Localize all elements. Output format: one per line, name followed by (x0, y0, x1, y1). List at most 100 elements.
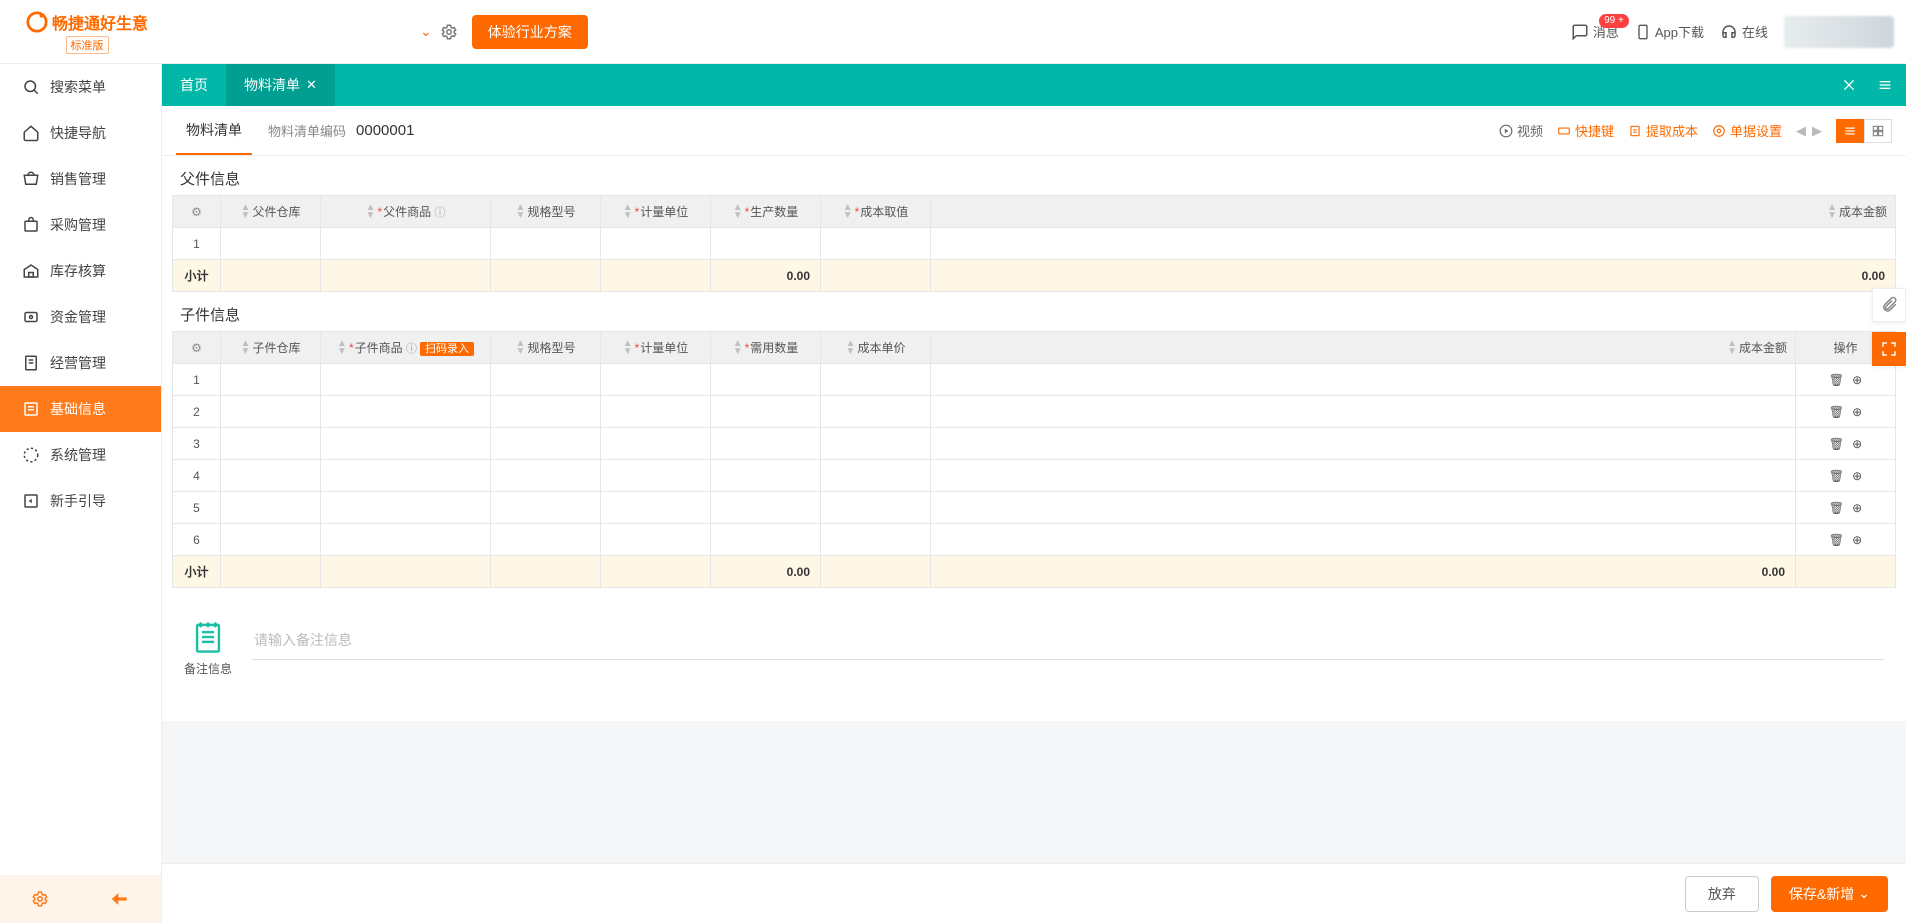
keyboard-icon (1557, 124, 1571, 138)
col-child-unitcost[interactable]: ▲▼成本单价 (821, 332, 931, 364)
child-section-title: 子件信息 (162, 292, 1906, 331)
org-selector[interactable]: ⌄ (202, 17, 432, 47)
col-child-warehouse[interactable]: ▲▼子件仓库 (221, 332, 321, 364)
delete-row-icon[interactable]: 🗑 (1829, 405, 1844, 419)
delete-row-icon[interactable]: 🗑 (1829, 469, 1844, 483)
add-row-icon[interactable]: ⊕ (1852, 373, 1862, 387)
tab-bom[interactable]: 物料清单 ✕ (226, 64, 335, 106)
add-row-icon[interactable]: ⊕ (1852, 437, 1862, 451)
prev-doc-icon[interactable]: ◀ (1796, 123, 1806, 139)
app-download-button[interactable]: App下载 (1635, 22, 1704, 41)
gear-icon[interactable]: ⚙ (191, 205, 202, 219)
sidebar-item-ops[interactable]: 经营管理 (0, 340, 161, 386)
help-icon[interactable]: ⓘ (406, 343, 417, 355)
save-new-button[interactable]: 保存&新增⌄ (1771, 876, 1888, 912)
user-avatar-blur[interactable] (1784, 16, 1894, 48)
org-gear-icon[interactable] (440, 23, 458, 41)
sidebar-item-label: 快捷导航 (50, 123, 106, 143)
sidebar-item-search[interactable]: 搜索菜单 (0, 64, 161, 110)
delete-row-icon[interactable]: 🗑 (1829, 373, 1844, 387)
tab-menu-icon[interactable] (1872, 72, 1898, 98)
col-parent-warehouse[interactable]: ▲▼父件仓库 (221, 196, 321, 228)
view-card-icon[interactable] (1864, 119, 1892, 143)
remark-input[interactable] (252, 620, 1884, 660)
view-toggle (1836, 119, 1892, 143)
sidebar-item-purchase[interactable]: 采购管理 (0, 202, 161, 248)
delete-row-icon[interactable]: 🗑 (1829, 501, 1844, 515)
logo-block: 畅捷通好生意 标准版 (12, 10, 162, 54)
row-ops: 🗑⊕ (1796, 460, 1896, 492)
col-parent-costmethod[interactable]: ▲▼*成本取值 (821, 196, 931, 228)
sidebar-collapse-icon[interactable] (110, 892, 130, 906)
tab-home[interactable]: 首页 (162, 64, 226, 106)
sales-icon (22, 170, 40, 188)
add-row-icon[interactable]: ⊕ (1852, 533, 1862, 547)
online-support-button[interactable]: 在线 (1720, 22, 1768, 41)
tool-extract-cost[interactable]: 提取成本 (1628, 121, 1698, 140)
row-ops: 🗑⊕ (1796, 396, 1896, 428)
tool-video[interactable]: 视频 (1499, 121, 1543, 140)
delete-row-icon[interactable]: 🗑 (1829, 437, 1844, 451)
col-parent-product[interactable]: ▲▼*父件商品 ⓘ (321, 196, 491, 228)
table-row[interactable]: 2🗑⊕ (173, 396, 1896, 428)
add-row-icon[interactable]: ⊕ (1852, 469, 1862, 483)
sidebar-item-basic[interactable]: 基础信息 (0, 386, 161, 432)
brand-logo-icon (26, 11, 48, 33)
discard-button[interactable]: 放弃 (1685, 876, 1759, 912)
remark-label: 备注信息 (184, 660, 232, 677)
tabstrip: 首页 物料清单 ✕ (162, 64, 1906, 106)
org-input[interactable] (202, 17, 412, 47)
sidebar-item-guide[interactable]: 新手引导 (0, 478, 161, 524)
next-doc-icon[interactable]: ▶ (1812, 123, 1822, 139)
sidebar-item-inventory[interactable]: 库存核算 (0, 248, 161, 294)
delete-row-icon[interactable]: 🗑 (1829, 533, 1844, 547)
sidebar-item-label: 经营管理 (50, 353, 106, 373)
add-row-icon[interactable]: ⊕ (1852, 405, 1862, 419)
sidebar-item-funds[interactable]: 资金管理 (0, 294, 161, 340)
close-icon[interactable]: ✕ (306, 77, 317, 93)
tool-bill-setting[interactable]: 单据设置 (1712, 121, 1782, 140)
sidebar-item-label: 资金管理 (50, 307, 106, 327)
table-row[interactable]: 5🗑⊕ (173, 492, 1896, 524)
messages-button[interactable]: 消息 99 + (1571, 22, 1619, 41)
fullscreen-icon[interactable] (1872, 332, 1906, 366)
sidebar-item-sales[interactable]: 销售管理 (0, 156, 161, 202)
doc-tab[interactable]: 物料清单 (176, 106, 252, 155)
col-parent-uom[interactable]: ▲▼*计量单位 (601, 196, 711, 228)
table-row[interactable]: 3🗑⊕ (173, 428, 1896, 460)
col-child-product[interactable]: ▲▼*子件商品 ⓘ扫码录入 (321, 332, 491, 364)
main: 首页 物料清单 ✕ 物料清单 物料清单编码 0000001 视频 快捷键 (162, 64, 1906, 923)
gear-icon[interactable]: ⚙ (191, 341, 202, 355)
tab-close-all-icon[interactable] (1836, 72, 1862, 98)
col-child-costamount[interactable]: ▲▼成本金额 (931, 332, 1796, 364)
doc-head: 物料清单 物料清单编码 0000001 视频 快捷键 提取成本 单据设置 ◀ ▶ (162, 106, 1906, 156)
attachment-icon[interactable] (1872, 288, 1906, 322)
table-row[interactable]: 4🗑⊕ (173, 460, 1896, 492)
scan-input-badge[interactable]: 扫码录入 (420, 342, 474, 356)
col-child-uom[interactable]: ▲▼*计量单位 (601, 332, 711, 364)
purchase-icon (22, 216, 40, 234)
add-row-icon[interactable]: ⊕ (1852, 501, 1862, 515)
cta-industry-button[interactable]: 体验行业方案 (472, 15, 588, 49)
funds-icon (22, 308, 40, 326)
child-subtotal-row: 小计0.000.00 (173, 556, 1896, 588)
table-row[interactable]: 6🗑⊕ (173, 524, 1896, 556)
table-row[interactable]: 1 (173, 228, 1896, 260)
col-parent-costamount[interactable]: ▲▼成本金额 (931, 196, 1896, 228)
view-list-icon[interactable] (1836, 119, 1864, 143)
row-ops: 🗑⊕ (1796, 524, 1896, 556)
col-child-needqty[interactable]: ▲▼*需用数量 (711, 332, 821, 364)
tool-shortcut[interactable]: 快捷键 (1557, 121, 1614, 140)
help-icon[interactable]: ⓘ (434, 207, 445, 219)
col-child-spec[interactable]: ▲▼规格型号 (491, 332, 601, 364)
sidebar-item-system[interactable]: 系统管理 (0, 432, 161, 478)
sidebar-settings-icon[interactable] (31, 890, 49, 908)
sidebar-item-quicknav[interactable]: 快捷导航 (0, 110, 161, 156)
table-row[interactable]: 1🗑⊕ (173, 364, 1896, 396)
headset-icon (1720, 23, 1738, 41)
chevron-down-icon[interactable]: ⌄ (420, 23, 432, 40)
col-parent-qty[interactable]: ▲▼*生产数量 (711, 196, 821, 228)
row-ops: 🗑⊕ (1796, 492, 1896, 524)
messages-badge: 99 + (1599, 14, 1629, 28)
col-parent-spec[interactable]: ▲▼规格型号 (491, 196, 601, 228)
